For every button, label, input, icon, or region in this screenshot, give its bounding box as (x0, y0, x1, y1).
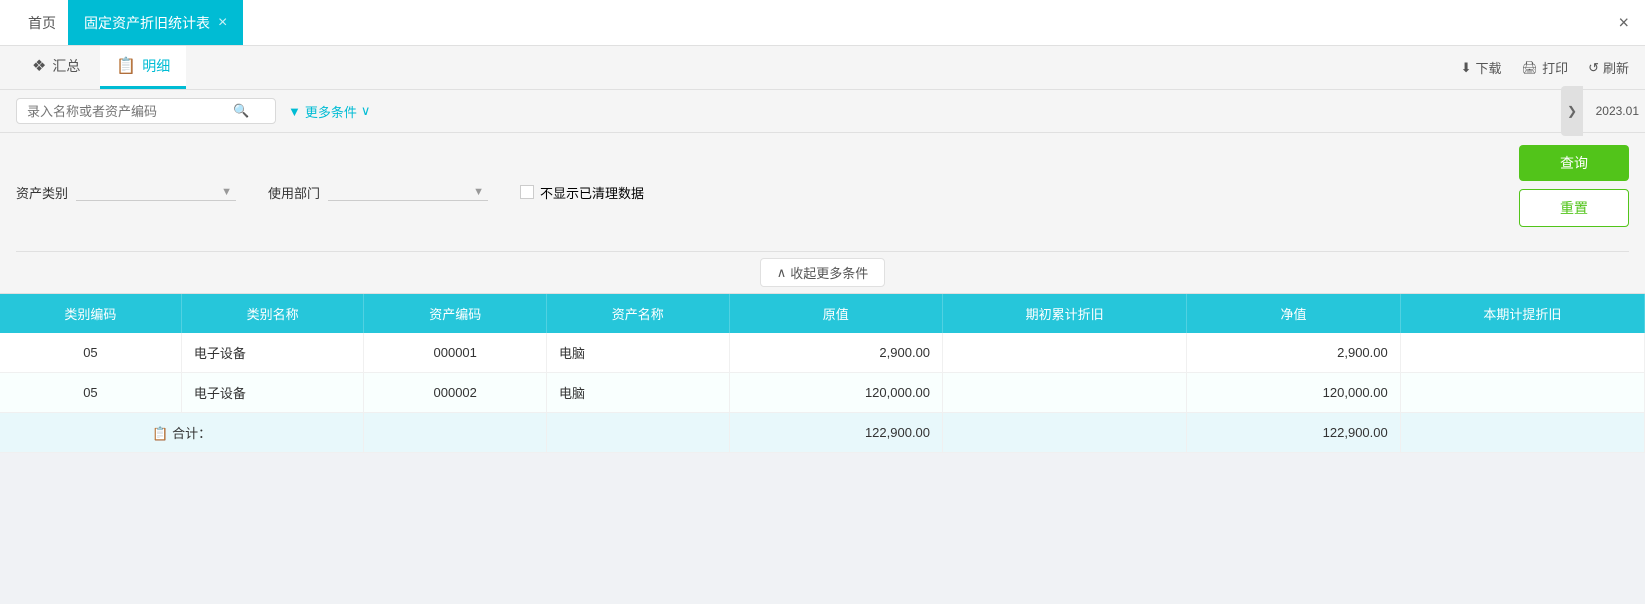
home-tab[interactable]: 首页 (16, 13, 68, 33)
toolbar-right: ⬇ 下载 🖨 打印 ↺ 刷新 (1461, 58, 1629, 77)
col-header-net-value: 净值 (1187, 294, 1401, 333)
filter-buttons: 查询 重置 (1519, 145, 1629, 227)
search-bar: 🔍 ▼ 更多条件 ∨ ❯ 2023.01 (0, 90, 1645, 133)
print-icon: 🖨 (1522, 60, 1539, 76)
cell-asset-name: 电脑 (546, 373, 729, 413)
tab-detail[interactable]: 📋 明细 (100, 46, 186, 89)
cell-asset-code: 000002 (364, 373, 547, 413)
tab-close-btn[interactable]: × (218, 14, 227, 32)
col-header-asset-code: 资产编码 (364, 294, 547, 333)
window-close-btn[interactable]: × (1618, 12, 1629, 33)
total-empty-1 (364, 413, 547, 453)
dept-select[interactable]: ▼ (328, 184, 488, 201)
table-header-row: 类别编码 类别名称 资产编码 资产名称 原值 期初累计折旧 净值 本期计提折旧 (0, 294, 1645, 333)
table-row: 05 电子设备 000001 电脑 2,900.00 2,900.00 (0, 333, 1645, 373)
hide-cleared-checkbox[interactable] (520, 185, 534, 199)
col-header-category-code: 类别编码 (0, 294, 181, 333)
total-original-value: 122,900.00 (729, 413, 943, 453)
more-conditions-btn[interactable]: ▼ 更多条件 ∨ (288, 102, 370, 121)
col-header-accumulated-dep: 期初累计折旧 (943, 294, 1187, 333)
cell-category-name: 电子设备 (181, 373, 364, 413)
col-header-asset-name: 资产名称 (546, 294, 729, 333)
summary-label: 汇总 (52, 56, 80, 76)
total-net-value: 122,900.00 (1187, 413, 1401, 453)
cell-net-value: 2,900.00 (1187, 333, 1401, 373)
detail-icon: 📋 (116, 56, 136, 76)
sub-tabs-left: ❖ 汇总 📋 明细 (16, 46, 186, 89)
tab-label: 固定资产折旧统计表 (84, 13, 210, 33)
search-input[interactable] (27, 104, 227, 119)
cell-asset-code: 000001 (364, 333, 547, 373)
col-header-current-dep: 本期计提折旧 (1400, 294, 1644, 333)
asset-type-select[interactable]: ▼ (76, 184, 236, 201)
collapse-bar: ∧ 收起更多条件 (16, 251, 1629, 293)
detail-label: 明细 (142, 56, 170, 76)
collapse-btn[interactable]: ∧ 收起更多条件 (760, 258, 886, 287)
summary-icon: ❖ (32, 56, 46, 76)
sub-tabs-bar: ❖ 汇总 📋 明细 ⬇ 下载 🖨 打印 ↺ 刷新 (0, 46, 1645, 90)
total-icon: 📋 (152, 426, 168, 441)
more-conditions-label: 更多条件 (305, 102, 357, 121)
cell-category-code: 05 (0, 373, 181, 413)
cell-asset-name: 电脑 (546, 333, 729, 373)
top-nav: 首页 固定资产折旧统计表 × × (0, 0, 1645, 46)
collapse-label: 收起更多条件 (790, 263, 868, 282)
chevron-right-icon: ❯ (1567, 104, 1577, 118)
cell-accumulated-dep (943, 333, 1187, 373)
cell-original-value: 120,000.00 (729, 373, 943, 413)
col-header-original-value: 原值 (729, 294, 943, 333)
total-empty-2 (546, 413, 729, 453)
right-panel-toggle[interactable]: ❯ (1561, 86, 1583, 136)
total-label: 合计： (172, 426, 211, 441)
asset-type-label: 资产类别 (16, 183, 68, 202)
cell-current-dep (1400, 333, 1644, 373)
print-btn[interactable]: 🖨 打印 (1522, 58, 1569, 77)
main-tab[interactable]: 固定资产折旧统计表 × (68, 0, 243, 45)
cell-category-name: 电子设备 (181, 333, 364, 373)
search-input-wrap[interactable]: 🔍 (16, 98, 276, 124)
total-current-dep (1400, 413, 1644, 453)
asset-type-arrow-icon: ▼ (221, 186, 232, 198)
filter-section: 资产类别 ▼ 使用部门 ▼ 不显示已清理数据 查询 重置 ∧ (0, 133, 1645, 294)
asset-type-field: 资产类别 ▼ (16, 183, 236, 202)
col-header-category-name: 类别名称 (181, 294, 364, 333)
hide-cleared-label: 不显示已清理数据 (540, 183, 644, 202)
chevron-down-icon: ∨ (361, 103, 371, 119)
download-icon: ⬇ (1461, 60, 1472, 76)
hide-cleared-wrap: 不显示已清理数据 (520, 183, 644, 202)
data-table: 类别编码 类别名称 资产编码 资产名称 原值 期初累计折旧 净值 本期计提折旧 … (0, 294, 1645, 453)
date-indicator: 2023.01 (1590, 104, 1645, 118)
download-btn[interactable]: ⬇ 下载 (1461, 58, 1502, 77)
collapse-icon: ∧ (777, 265, 787, 281)
print-label: 打印 (1542, 58, 1568, 77)
refresh-icon: ↺ (1588, 60, 1599, 76)
refresh-label: 刷新 (1603, 58, 1629, 77)
refresh-btn[interactable]: ↺ 刷新 (1588, 58, 1629, 77)
download-label: 下载 (1476, 58, 1502, 77)
cell-net-value: 120,000.00 (1187, 373, 1401, 413)
reset-button[interactable]: 重置 (1519, 189, 1629, 227)
dept-field: 使用部门 ▼ (268, 183, 488, 202)
total-accumulated-dep (943, 413, 1187, 453)
table-total-row: 📋 合计： 122,900.00 122,900.00 (0, 413, 1645, 453)
dept-arrow-icon: ▼ (473, 186, 484, 198)
filter-row: 资产类别 ▼ 使用部门 ▼ 不显示已清理数据 查询 重置 (16, 145, 1629, 239)
dept-label: 使用部门 (268, 183, 320, 202)
table-row: 05 电子设备 000002 电脑 120,000.00 120,000.00 (0, 373, 1645, 413)
query-button[interactable]: 查询 (1519, 145, 1629, 181)
cell-category-code: 05 (0, 333, 181, 373)
cell-accumulated-dep (943, 373, 1187, 413)
filter-icon: ▼ (288, 104, 301, 119)
search-icon: 🔍 (233, 103, 249, 119)
total-label-cell: 📋 合计： (0, 413, 364, 453)
cell-original-value: 2,900.00 (729, 333, 943, 373)
data-table-wrap: 类别编码 类别名称 资产编码 资产名称 原值 期初累计折旧 净值 本期计提折旧 … (0, 294, 1645, 453)
cell-current-dep (1400, 373, 1644, 413)
tab-summary[interactable]: ❖ 汇总 (16, 46, 96, 89)
